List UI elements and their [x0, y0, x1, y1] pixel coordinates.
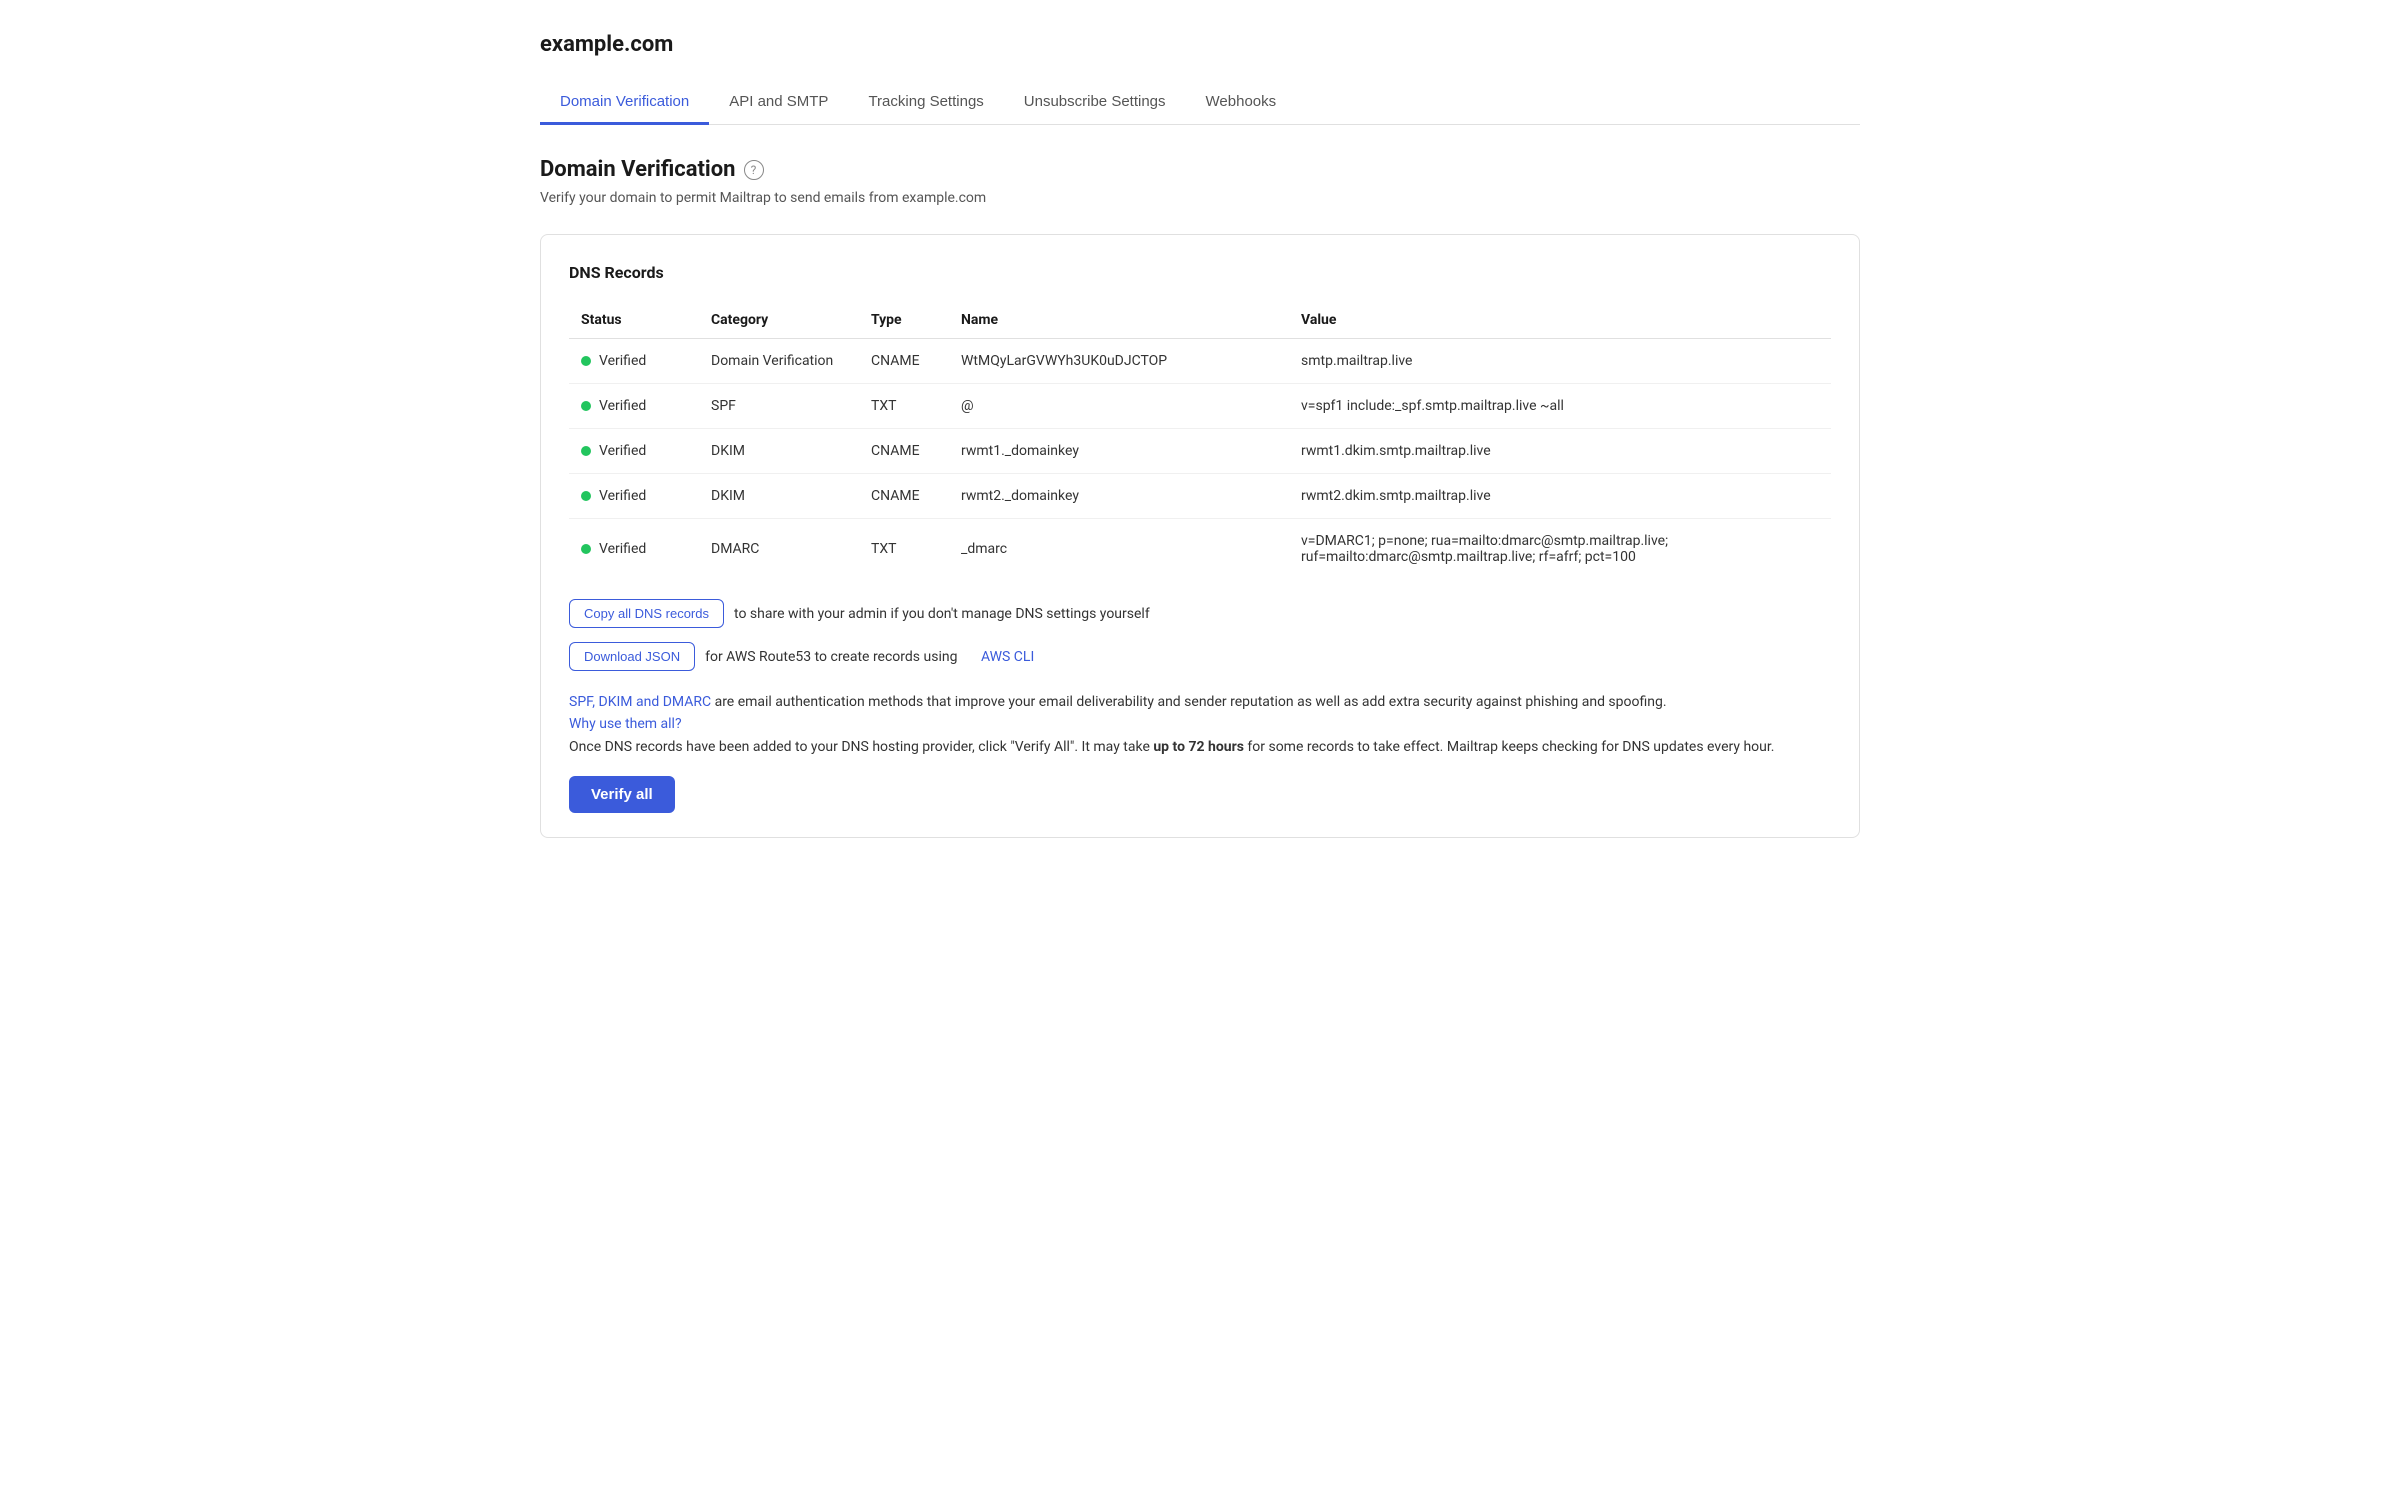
tab-unsubscribe-settings[interactable]: Unsubscribe Settings [1004, 81, 1186, 125]
col-header-category: Category [699, 302, 859, 339]
verified-dot [581, 356, 591, 366]
dns-body-text1: Once DNS records have been added to your… [569, 739, 1153, 755]
download-action-line: Download JSON for AWS Route53 to create … [569, 642, 1831, 671]
verified-dot [581, 446, 591, 456]
table-row: VerifiedDKIMCNAMErwmt2._domainkeyrwmt2.d… [569, 474, 1831, 519]
cell-type: CNAME [859, 339, 949, 384]
cell-value: rwmt1.dkim.smtp.mailtrap.live [1289, 429, 1831, 474]
tab-domain-verification[interactable]: Domain Verification [540, 81, 709, 125]
section-heading-text: Domain Verification [540, 157, 736, 182]
table-row: VerifiedDMARCTXT_dmarcv=DMARC1; p=none; … [569, 519, 1831, 580]
verify-all-button[interactable]: Verify all [569, 776, 675, 813]
actions-row: Copy all DNS records to share with your … [569, 599, 1831, 671]
download-json-button[interactable]: Download JSON [569, 642, 695, 671]
verified-dot [581, 544, 591, 554]
cell-value: smtp.mailtrap.live [1289, 339, 1831, 384]
cell-name: rwmt1._domainkey [949, 429, 1289, 474]
cell-status: Verified [569, 384, 699, 429]
why-use-them-link[interactable]: Why use them all? [569, 716, 682, 732]
section-heading-row: Domain Verification ? [540, 157, 1860, 182]
domain-title: example.com [540, 32, 1860, 57]
tab-nav: Domain Verification API and SMTP Trackin… [540, 81, 1860, 125]
spf-dkim-dmarc-link[interactable]: SPF, DKIM and DMARC [569, 694, 711, 710]
cell-name: WtMQyLarGVWYh3UK0uDJCTOP [949, 339, 1289, 384]
cell-name: @ [949, 384, 1289, 429]
copy-action-line: Copy all DNS records to share with your … [569, 599, 1831, 628]
table-row: VerifiedDKIMCNAMErwmt1._domainkeyrwmt1.d… [569, 429, 1831, 474]
tab-api-smtp[interactable]: API and SMTP [709, 81, 848, 125]
cell-status: Verified [569, 429, 699, 474]
cell-status: Verified [569, 474, 699, 519]
col-header-status: Status [569, 302, 699, 339]
dns-table: Status Category Type Name Value Verified… [569, 302, 1831, 579]
cell-type: TXT [859, 384, 949, 429]
col-header-value: Value [1289, 302, 1831, 339]
section-description: Verify your domain to permit Mailtrap to… [540, 190, 1860, 206]
col-header-name: Name [949, 302, 1289, 339]
cell-type: TXT [859, 519, 949, 580]
cell-category: SPF [699, 384, 859, 429]
dns-bold-text: up to 72 hours [1153, 739, 1244, 755]
cell-type: CNAME [859, 474, 949, 519]
cell-value: v=spf1 include:_spf.smtp.mailtrap.live ~… [1289, 384, 1831, 429]
tab-webhooks[interactable]: Webhooks [1186, 81, 1297, 125]
table-row: VerifiedSPFTXT@v=spf1 include:_spf.smtp.… [569, 384, 1831, 429]
aws-cli-link[interactable]: AWS CLI [981, 649, 1034, 665]
col-header-type: Type [859, 302, 949, 339]
cell-category: DMARC [699, 519, 859, 580]
download-action-text: for AWS Route53 to create records using [705, 649, 957, 665]
spf-text: are email authentication methods that im… [711, 694, 1666, 710]
cell-name: rwmt2._domainkey [949, 474, 1289, 519]
dns-records-card: DNS Records Status Category Type Name Va… [540, 234, 1860, 838]
cell-category: DKIM [699, 474, 859, 519]
cell-category: Domain Verification [699, 339, 859, 384]
cell-type: CNAME [859, 429, 949, 474]
tab-tracking-settings[interactable]: Tracking Settings [848, 81, 1003, 125]
help-icon[interactable]: ? [744, 160, 764, 180]
copy-action-text: to share with your admin if you don't ma… [734, 606, 1150, 622]
info-block: SPF, DKIM and DMARC are email authentica… [569, 691, 1831, 758]
cell-status: Verified [569, 519, 699, 580]
cell-status: Verified [569, 339, 699, 384]
cell-value: v=DMARC1; p=none; rua=mailto:dmarc@smtp.… [1289, 519, 1831, 580]
card-title: DNS Records [569, 263, 1831, 282]
cell-name: _dmarc [949, 519, 1289, 580]
verified-dot [581, 491, 591, 501]
table-row: VerifiedDomain VerificationCNAMEWtMQyLar… [569, 339, 1831, 384]
dns-body-text2: for some records to take effect. Mailtra… [1244, 739, 1775, 755]
copy-dns-button[interactable]: Copy all DNS records [569, 599, 724, 628]
cell-category: DKIM [699, 429, 859, 474]
cell-value: rwmt2.dkim.smtp.mailtrap.live [1289, 474, 1831, 519]
verified-dot [581, 401, 591, 411]
